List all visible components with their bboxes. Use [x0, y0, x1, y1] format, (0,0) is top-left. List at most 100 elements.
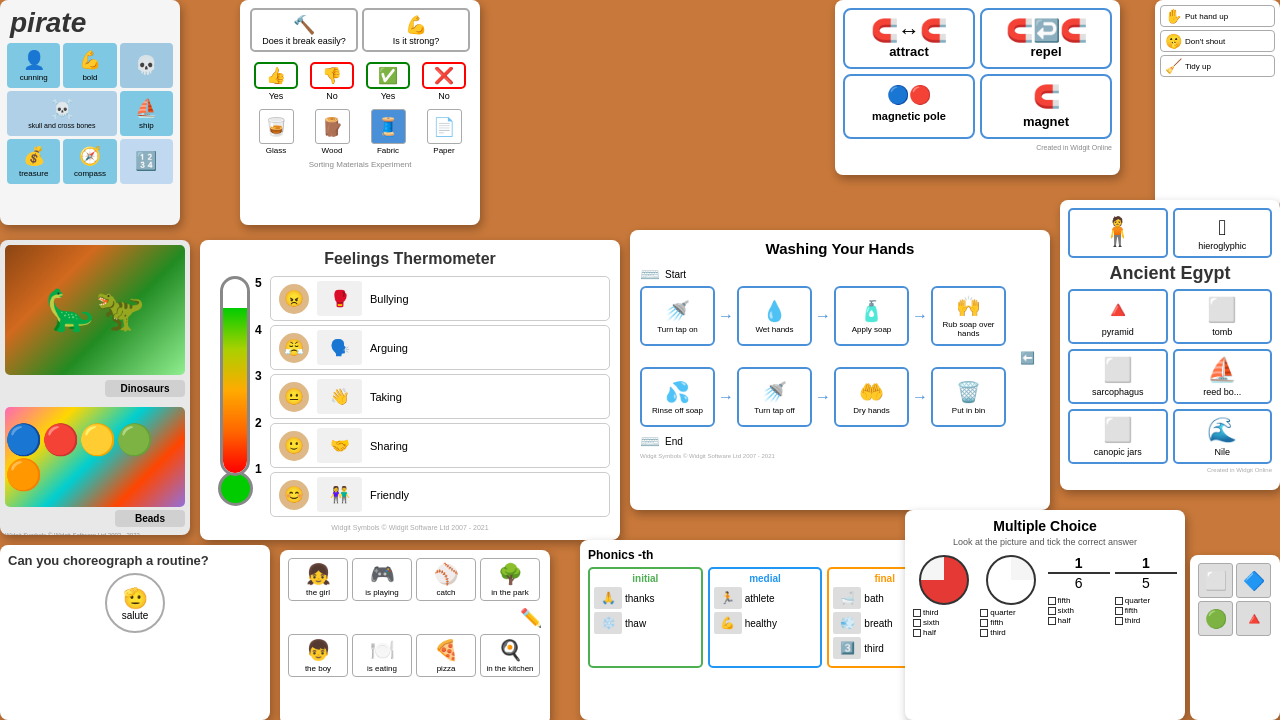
checkbox[interactable] — [980, 609, 988, 617]
choreo-title: Can you choreograph a routine? — [8, 553, 262, 568]
therm-tube — [220, 276, 250, 476]
checkbox[interactable] — [913, 629, 921, 637]
list-item: 💪 healthy — [714, 612, 817, 634]
treasure-icon: 💰 — [23, 145, 45, 167]
eating-icon: 🍽️ — [356, 638, 408, 662]
list-item: sixth — [913, 618, 975, 627]
option-list: fifth sixth half — [1048, 596, 1110, 625]
steps-row-1: 🚿 Turn tap on → 💧 Wet hands → 🧴 Apply so… — [640, 286, 1040, 346]
feelings-card: Feelings Thermometer 5 4 3 2 1 😠 🥊 — [200, 240, 620, 540]
list-item: 💧 Wet hands — [737, 286, 812, 346]
checkbox[interactable] — [913, 609, 921, 617]
choreo-diagram: 🫡 salute — [8, 573, 262, 633]
pizza-icon: 🍕 — [420, 638, 472, 662]
therm-fill — [223, 308, 247, 473]
checkbox[interactable] — [1115, 607, 1123, 615]
checkbox[interactable] — [980, 619, 988, 627]
sentence-row-1: 👧 the girl 🎮 is playing ⚾ catch 🌳 in the… — [288, 558, 542, 601]
multiple-choice-title: Multiple Choice — [913, 518, 1177, 534]
arguing-face: 😤 — [279, 333, 309, 363]
arguing-anim: 🗣️ — [317, 330, 362, 365]
pyramid-icon: 🔺 — [1075, 296, 1161, 324]
numbers-icon: 🔢 — [135, 150, 157, 172]
checkbox[interactable] — [1115, 597, 1123, 605]
bath-icon: 🛁 — [833, 587, 861, 609]
washing-hands-card: Washing Your Hands ⌨️ Start 🚿 Turn tap o… — [630, 230, 1050, 510]
fraction-15: 1 5 — [1115, 555, 1177, 591]
list-item: 💦 Rinse off soap — [640, 367, 715, 427]
tomb-icon: ⬜ — [1180, 296, 1266, 324]
question2-icon: 💪 — [405, 15, 427, 35]
egypt-grid: 🔺 pyramid ⬜ tomb ⬜ sarcophagus ⛵ reed bo… — [1068, 289, 1272, 464]
salute-circle: 🫡 salute — [105, 573, 165, 633]
park-icon: 🌳 — [484, 562, 536, 586]
back-arrow-icon: ⬅️ — [1020, 351, 1035, 365]
list-item: 🙌 Rub soap over hands — [931, 286, 1006, 346]
skull-icon: 💀 — [135, 54, 157, 76]
rub-icon: 🙌 — [956, 294, 981, 318]
list-item: sixth — [1048, 606, 1110, 615]
phonics-th-card: Phonics -th initial 🙏 thanks ❄️ thaw med… — [580, 540, 950, 720]
bullying-anim: 🥊 — [317, 281, 362, 316]
list-item: fifth — [1048, 596, 1110, 605]
choices-grid: third sixth half quarter fifth third 1 6… — [913, 555, 1177, 638]
arrow-icon: → — [815, 388, 831, 406]
list-item: 🤫 Don't shout — [1160, 30, 1275, 52]
list-item: ⬜ canopic jars — [1068, 409, 1168, 464]
scale-labels: 5 4 3 2 1 — [255, 276, 262, 476]
rinse-icon: 💦 — [665, 380, 690, 404]
no-shout-icon: 🤫 — [1165, 33, 1182, 49]
third-icon: 3️⃣ — [833, 637, 861, 659]
sorting-footer: Sorting Materials Experiment — [248, 160, 472, 169]
no2-icon: ❌ — [434, 67, 454, 84]
list-item: 🧵 Fabric — [371, 109, 406, 155]
egypt-person-cell: 🧍 — [1068, 208, 1168, 258]
list-item: 🟢 — [1198, 601, 1233, 636]
sharing-face: 🙂 — [279, 431, 309, 461]
list-item: 🧴 Apply soap — [834, 286, 909, 346]
reed-boat-icon: ⛵ — [1180, 356, 1266, 384]
egypt-person-icon: 🧍 — [1075, 215, 1161, 248]
list-item: 🍕 pizza — [416, 634, 476, 677]
list-item: 💰 treasure — [7, 139, 60, 184]
magnet-icon: 🧲 — [990, 84, 1102, 110]
neutral-face: 😐 — [279, 382, 309, 412]
nile-icon: 🌊 — [1180, 416, 1266, 444]
list-item: ⬜ tomb — [1173, 289, 1273, 344]
list-item: 🗑️ Put in bin — [931, 367, 1006, 427]
list-item: 💀 — [120, 43, 173, 88]
dry-hands-icon: 🤲 — [859, 380, 884, 404]
checkbox[interactable] — [980, 629, 988, 637]
choreo-card: Can you choreograph a routine? 🫡 salute — [0, 545, 270, 720]
checkbox[interactable] — [913, 619, 921, 627]
magnets-card: 🧲↔🧲 attract 🧲↩️🧲 repel 🔵🔴 magnetic pole … — [835, 0, 1120, 175]
athlete-icon: 🏃 — [714, 587, 742, 609]
list-item: third — [1115, 616, 1177, 625]
pirate-grid: 👤 cunning 💪 bold 💀 ☠️ skull and cross bo… — [5, 41, 175, 186]
checkbox[interactable] — [1048, 617, 1056, 625]
bin-icon: 🗑️ — [956, 380, 981, 404]
list-item: 👦 the boy — [288, 634, 348, 677]
feelings-list: 😠 🥊 Bullying 😤 🗣️ Arguing 😐 👋 Taking 🙂 🤝… — [270, 276, 610, 521]
list-item: fifth — [980, 618, 1042, 627]
catch-icon: ⚾ — [420, 562, 472, 586]
feelings-footer: Widgit Symbols © Widgit Software Ltd 200… — [210, 524, 610, 531]
list-item: 🚿 Turn tap off — [737, 367, 812, 427]
multiple-choice-card: Multiple Choice Look at the picture and … — [905, 510, 1185, 720]
egypt-hieroglyphic-cell: 𓀀 hieroglyphic — [1173, 208, 1273, 258]
angry-face: 😠 — [279, 284, 309, 314]
checkbox[interactable] — [1048, 597, 1056, 605]
washing-hands-title: Washing Your Hands — [640, 240, 1040, 257]
repel-icon: 🧲↩️🧲 — [990, 18, 1102, 44]
list-item: 🔢 — [120, 139, 173, 184]
checkbox[interactable] — [1115, 617, 1123, 625]
list-item: 🍳 in the kitchen — [480, 634, 540, 677]
arrow-icon: → — [912, 307, 928, 325]
list-item: 🧭 compass — [63, 139, 116, 184]
friendly-face: 😊 — [279, 480, 309, 510]
checkbox[interactable] — [1048, 607, 1056, 615]
small-card-br: ⬜ 🔷 🟢 🔺 — [1190, 555, 1280, 720]
hand-up-icon: ✋ — [1165, 8, 1182, 24]
crossbones-icon: ☠️ — [51, 98, 73, 120]
healthy-icon: 💪 — [714, 612, 742, 634]
